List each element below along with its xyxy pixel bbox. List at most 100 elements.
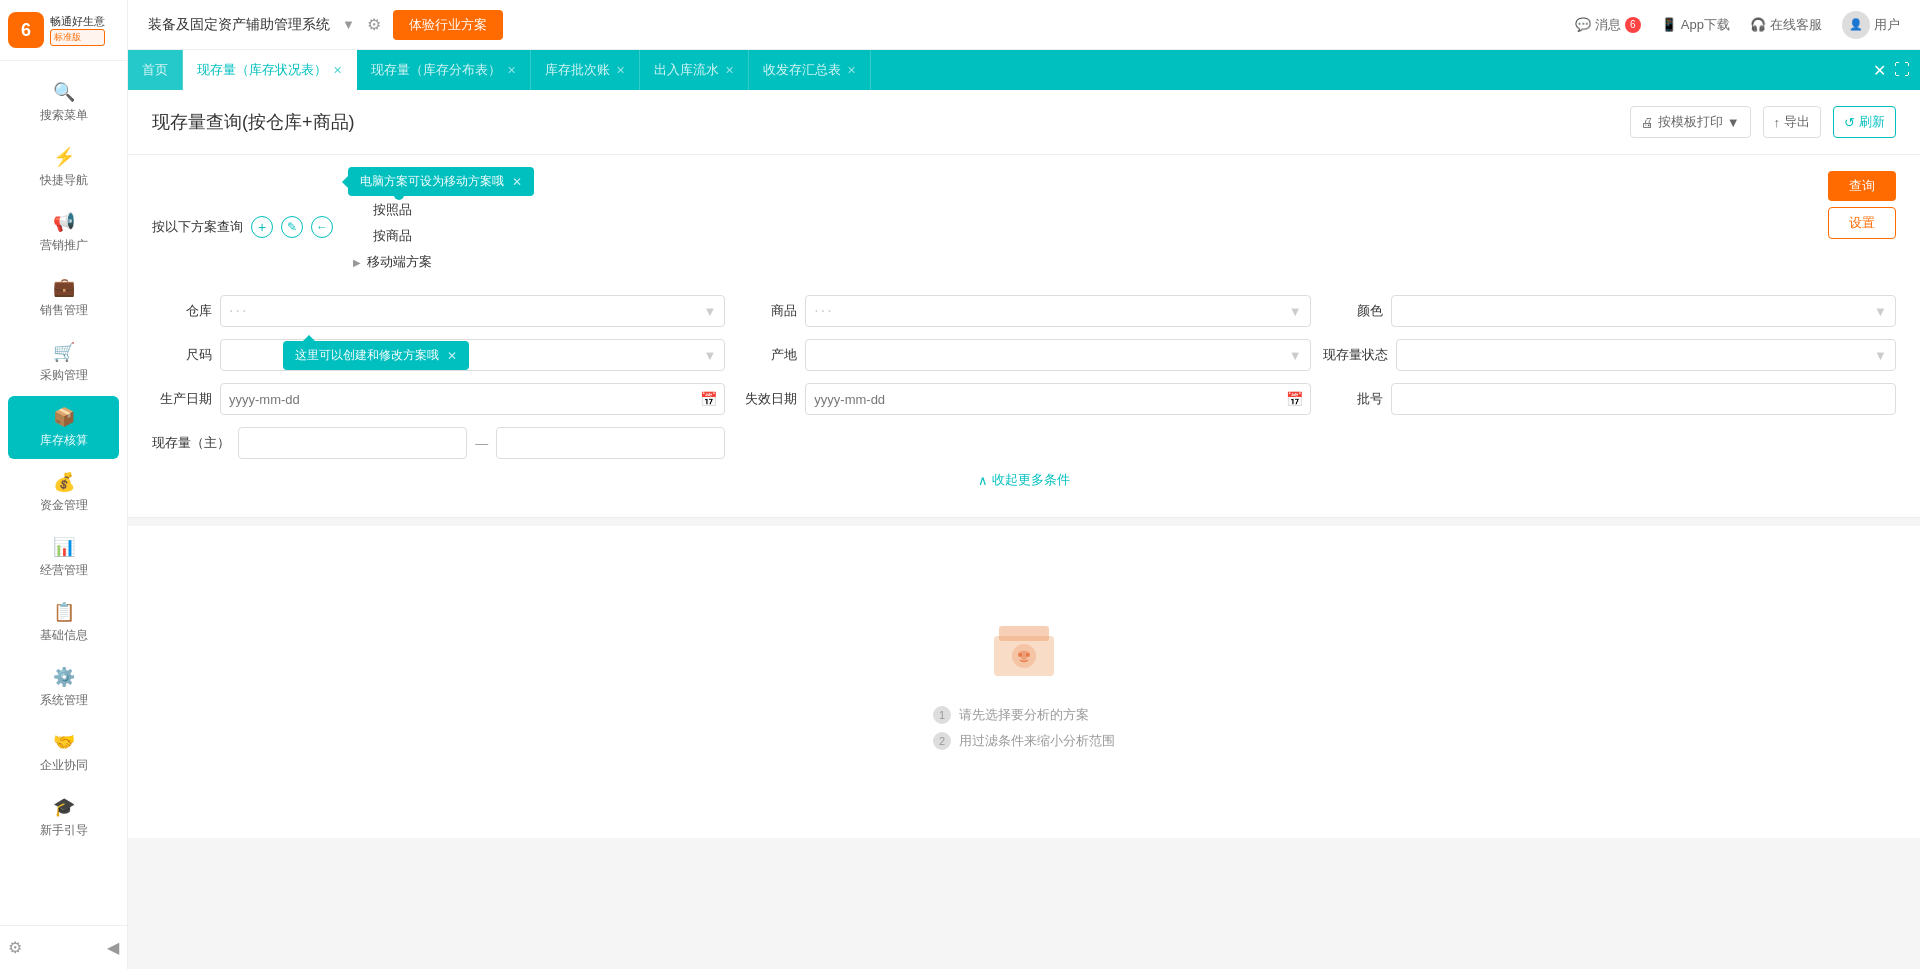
warehouse-dots: ··· (229, 302, 248, 320)
stock-status-select[interactable]: ▼ (1396, 339, 1896, 371)
sidebar-item-label: 基础信息 (40, 627, 88, 644)
search-button[interactable]: 查询 (1828, 171, 1896, 201)
trial-button[interactable]: 体验行业方案 (393, 10, 503, 40)
color-dropdown-icon: ▼ (1874, 304, 1887, 319)
tab-stock-status-close[interactable]: ✕ (333, 64, 342, 77)
tab-stock-distribution[interactable]: 现存量（库存分布表） ✕ (357, 50, 531, 90)
sidebar-item-basic[interactable]: 📋 基础信息 (8, 591, 119, 654)
logo-icon: 6 (8, 12, 44, 48)
collapse-button[interactable]: ∧ 收起更多条件 (152, 459, 1896, 501)
tab-close-all-icon[interactable]: ✕ (1873, 61, 1886, 80)
svg-point-4 (1026, 653, 1030, 657)
user-action[interactable]: 👤 用户 (1842, 11, 1900, 39)
reset-button[interactable]: 设置 (1828, 207, 1896, 239)
sidebar-item-cooperation[interactable]: 🤝 企业协同 (8, 721, 119, 784)
sidebar-item-inventory[interactable]: 📦 库存核算 (8, 396, 119, 459)
system-nav-icon: ⚙️ (53, 666, 75, 688)
batch-label: 批号 (1323, 390, 1383, 408)
page-header: 现存量查询(按仓库+商品) 🖨 按模板打印 ▼ ↑ 导出 ↺ 刷新 (128, 90, 1920, 155)
sidebar-item-search[interactable]: 🔍 搜索菜单 (8, 71, 119, 134)
app-download-action[interactable]: 📱 App下载 (1661, 16, 1730, 34)
sidebar-nav: 🔍 搜索菜单 ⚡ 快捷导航 📢 营销推广 💼 销售管理 🛒 采购管理 📦 库存核… (0, 61, 127, 925)
tab-summary-close[interactable]: ✕ (847, 64, 856, 77)
search-nav-icon: 🔍 (53, 81, 75, 103)
online-support-label: 在线客服 (1770, 16, 1822, 34)
page-content: 现存量查询(按仓库+商品) 🖨 按模板打印 ▼ ↑ 导出 ↺ 刷新 (128, 90, 1920, 969)
purchase-nav-icon: 🛒 (53, 341, 75, 363)
sidebar-item-system[interactable]: ⚙️ 系统管理 (8, 656, 119, 719)
sidebar-item-purchase[interactable]: 🛒 采购管理 (8, 331, 119, 394)
tree-item-by-product[interactable]: 按照品 (373, 197, 432, 223)
system-dropdown-icon[interactable]: ▼ (342, 17, 355, 32)
tab-stock-distribution-label: 现存量（库存分布表） (371, 61, 501, 79)
tab-bar: 首页 现存量（库存状况表） ✕ 现存量（库存分布表） ✕ 库存批次账 ✕ 出入库… (128, 50, 1920, 90)
sidebar-item-management[interactable]: 📊 经营管理 (8, 526, 119, 589)
print-button[interactable]: 🖨 按模板打印 ▼ (1630, 106, 1751, 138)
filter-grid-row4: 现存量（主） — (152, 427, 1896, 459)
tab-maximize-icon[interactable]: ⛶ (1894, 61, 1910, 79)
message-action[interactable]: 💬 消息 6 (1575, 16, 1641, 34)
tab-batch[interactable]: 库存批次账 ✕ (531, 50, 640, 90)
tab-flow-close[interactable]: ✕ (725, 64, 734, 77)
tab-flow[interactable]: 出入库流水 ✕ (640, 50, 749, 90)
goods-dots: ··· (814, 302, 833, 320)
size-dropdown-icon: ▼ (703, 348, 716, 363)
header-settings-icon[interactable]: ⚙ (367, 15, 381, 34)
tree-mobile-scheme[interactable]: ▶ 移动端方案 (353, 249, 432, 275)
origin-select[interactable]: ▼ (805, 339, 1310, 371)
support-icon: 🎧 (1750, 17, 1766, 32)
tab-batch-close[interactable]: ✕ (616, 64, 625, 77)
color-select[interactable]: ▼ (1391, 295, 1896, 327)
empty-tips: 1 请先选择要分析的方案 2 用过滤条件来缩小分析范围 (933, 706, 1115, 758)
sidebar-item-label: 经营管理 (40, 562, 88, 579)
online-support-action[interactable]: 🎧 在线客服 (1750, 16, 1822, 34)
add-scheme-button[interactable]: + (251, 216, 273, 238)
expire-date-input[interactable] (805, 383, 1310, 415)
empty-tip-1: 1 请先选择要分析的方案 (933, 706, 1115, 724)
sidebar-item-marketing[interactable]: 📢 营销推广 (8, 201, 119, 264)
produce-date-input[interactable] (220, 383, 725, 415)
scheme-tooltip2-text: 这里可以创建和修改方案哦 (295, 347, 439, 364)
logo-area: 6 畅通好生意 标准版 (0, 0, 127, 61)
sidebar-item-shortcut[interactable]: ⚡ 快捷导航 (8, 136, 119, 199)
svg-rect-1 (999, 626, 1049, 641)
expire-calendar-icon: 📅 (1286, 391, 1303, 407)
sidebar-item-guide[interactable]: 🎓 新手引导 (8, 786, 119, 849)
empty-area: 1 请先选择要分析的方案 2 用过滤条件来缩小分析范围 (128, 526, 1920, 838)
stock-status-dropdown-icon: ▼ (1874, 348, 1887, 363)
main-area: 装备及固定资产辅助管理系统 ▼ ⚙ 体验行业方案 💬 消息 6 📱 App下载 … (128, 0, 1920, 969)
settings-bottom-icon[interactable]: ⚙ (8, 938, 22, 957)
batch-input[interactable] (1391, 383, 1896, 415)
origin-dropdown-icon: ▼ (1289, 348, 1302, 363)
tab-home[interactable]: 首页 (128, 50, 183, 90)
stock-range-min[interactable] (238, 427, 467, 459)
header-right: 💬 消息 6 📱 App下载 🎧 在线客服 👤 用户 (1575, 11, 1900, 39)
calendar-icon: 📅 (700, 391, 717, 407)
arrow-scheme-button[interactable]: ← (311, 216, 333, 238)
sidebar-bottom: ⚙ ◀ (0, 925, 127, 969)
refresh-label: 刷新 (1859, 113, 1885, 131)
warehouse-filter: 仓库 ··· ▼ (152, 295, 725, 327)
user-label: 用户 (1874, 16, 1900, 34)
tab-stock-status[interactable]: 现存量（库存状况表） ✕ (183, 50, 357, 90)
collapse-sidebar-icon[interactable]: ◀ (107, 938, 119, 957)
tab-summary[interactable]: 收发存汇总表 ✕ (749, 50, 871, 90)
stock-range-max[interactable] (496, 427, 725, 459)
edit-scheme-button[interactable]: ✎ (281, 216, 303, 238)
print-icon: 🖨 (1641, 115, 1654, 130)
warehouse-select[interactable]: ··· ▼ (220, 295, 725, 327)
sidebar-item-finance[interactable]: 💰 资金管理 (8, 461, 119, 524)
print-label: 按模板打印 (1658, 113, 1723, 131)
collapse-icon: ∧ (978, 473, 988, 488)
goods-select[interactable]: ··· ▼ (805, 295, 1310, 327)
refresh-button[interactable]: ↺ 刷新 (1833, 106, 1896, 138)
tree-item-by-goods[interactable]: 按商品 (373, 223, 432, 249)
export-button[interactable]: ↑ 导出 (1763, 106, 1822, 138)
warehouse-label: 仓库 (152, 302, 212, 320)
scheme-tooltip2-close[interactable]: ✕ (447, 349, 457, 363)
logo-text: 畅通好生意 (50, 14, 105, 28)
tab-stock-distribution-close[interactable]: ✕ (507, 64, 516, 77)
scheme-tooltip-close[interactable]: ✕ (512, 175, 522, 189)
header-left: 装备及固定资产辅助管理系统 ▼ ⚙ 体验行业方案 (148, 10, 503, 40)
sidebar-item-sales[interactable]: 💼 销售管理 (8, 266, 119, 329)
